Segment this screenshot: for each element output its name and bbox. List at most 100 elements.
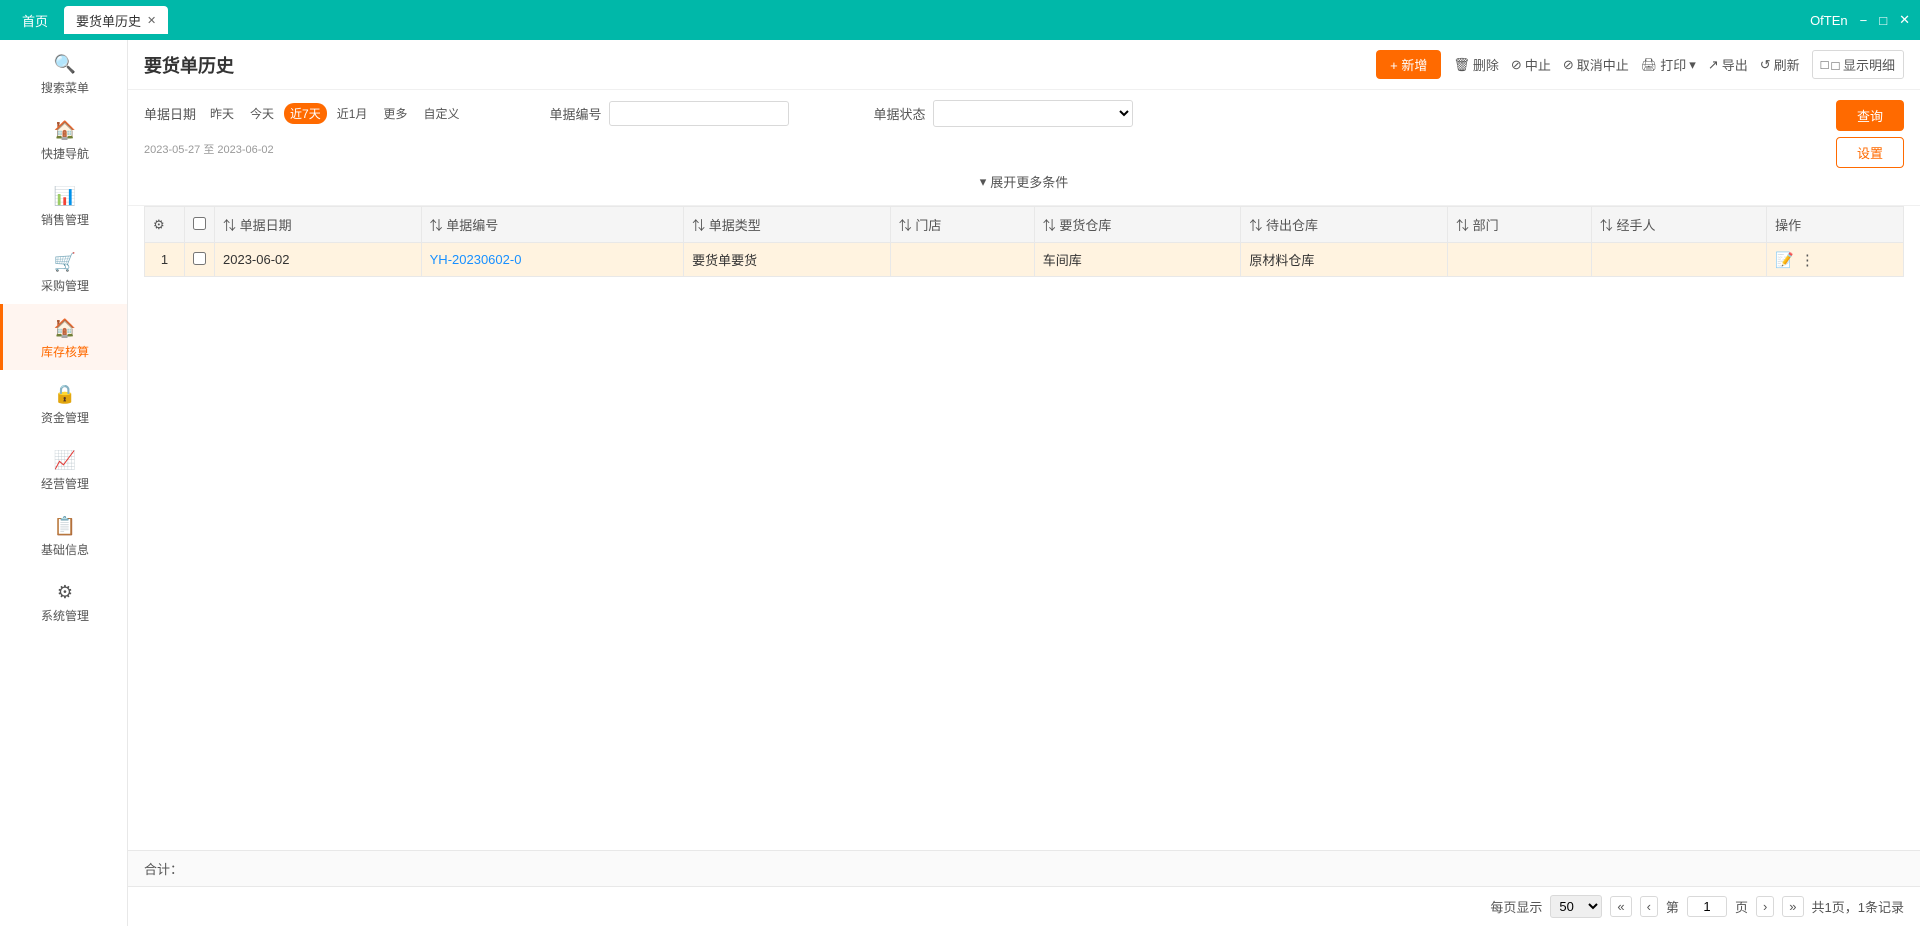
td-handler: [1591, 243, 1766, 277]
sidebar-item-quick-nav[interactable]: 🏠 快捷导航: [0, 106, 127, 172]
chevron-down-icon: ▾: [980, 174, 987, 190]
docno-filter-group: 单据编号: [549, 101, 789, 126]
table-area: ⚙ ⇅ 单据日期 ⇅ 单据编号 ⇅ 单据类型 ⇅ 门店 ⇅ 要货仓库 ⇅ 待出仓…: [128, 206, 1920, 850]
th-pending-warehouse[interactable]: ⇅ 待出仓库: [1241, 207, 1448, 243]
page-input[interactable]: [1687, 896, 1727, 917]
doc-no-link[interactable]: YH-20230602-0: [430, 252, 522, 267]
th-store[interactable]: ⇅ 门店: [890, 207, 1034, 243]
page-size-select[interactable]: 20 50 100: [1550, 895, 1602, 918]
date-range-text: 2023-05-27 至 2023-06-02: [144, 144, 274, 156]
sidebar-item-purchase-mgmt[interactable]: 🛒 采购管理: [0, 238, 127, 304]
sidebar-item-base-info[interactable]: 📋 基础信息: [0, 502, 127, 568]
expand-more-button[interactable]: ▾ 展开更多条件: [144, 168, 1904, 195]
sidebar-item-inventory-calc[interactable]: 🏠 库存核算: [0, 304, 127, 370]
more-row-button[interactable]: ⋮: [1800, 251, 1815, 269]
select-all-checkbox[interactable]: [193, 217, 206, 230]
filter-row-1: 单据日期 昨天 今天 近7天 近1月 更多 自定义 单据编号: [144, 100, 1796, 127]
print-icon: 🖨: [1641, 57, 1658, 73]
cancel-stop-icon: ⊘: [1563, 57, 1574, 73]
date-range-display: 2023-05-27 至 2023-06-02: [144, 141, 1796, 157]
stop-button[interactable]: ⊘ 中止: [1511, 55, 1551, 74]
th-handler[interactable]: ⇅ 经手人: [1591, 207, 1766, 243]
delete-button[interactable]: 🗑 删除: [1453, 55, 1499, 74]
shortcut-more[interactable]: 更多: [377, 103, 413, 124]
shortcut-today[interactable]: 今天: [244, 103, 280, 124]
next-page-button[interactable]: ›: [1756, 896, 1774, 917]
th-req-warehouse[interactable]: ⇅ 要货仓库: [1034, 207, 1241, 243]
sort-icon: ⇅: [899, 218, 912, 233]
shortcut-7days[interactable]: 近7天: [284, 103, 327, 124]
td-checkbox[interactable]: [185, 243, 215, 277]
td-doc-date: 2023-06-02: [215, 243, 422, 277]
cancel-stop-button[interactable]: ⊘ 取消中止: [1563, 55, 1629, 74]
refresh-button[interactable]: ↺ 刷新: [1760, 55, 1800, 74]
nav-right: OfTEn − □ ✕: [1810, 12, 1910, 28]
table-header-row: ⚙ ⇅ 单据日期 ⇅ 单据编号 ⇅ 单据类型 ⇅ 门店 ⇅ 要货仓库 ⇅ 待出仓…: [145, 207, 1904, 243]
date-filter-label: 单据日期: [144, 104, 196, 123]
business-mgmt-icon: 📈: [54, 450, 76, 471]
td-department: [1447, 243, 1591, 277]
status-select[interactable]: [933, 100, 1133, 127]
table-row: 1 2023-06-02 YH-20230602-0 要货单要货 车间库 原材料…: [145, 243, 1904, 277]
tab-requisition-history[interactable]: 要货单历史 ✕: [64, 6, 168, 34]
show-detail-button[interactable]: □ □ 显示明细: [1812, 50, 1904, 79]
td-req-warehouse: 车间库: [1034, 243, 1241, 277]
sidebar-item-purchase-mgmt-label: 采购管理: [41, 277, 89, 294]
capital-mgmt-icon: 🔒: [54, 384, 76, 405]
stop-button-label: 中止: [1525, 55, 1551, 74]
sidebar-item-sales-mgmt[interactable]: 📊 销售管理: [0, 172, 127, 238]
td-doc-no: YH-20230602-0: [421, 243, 684, 277]
top-nav: 首页 要货单历史 ✕ OfTEn − □ ✕: [0, 0, 1920, 40]
th-checkbox[interactable]: [185, 207, 215, 243]
sidebar-item-business-mgmt[interactable]: 📈 经营管理: [0, 436, 127, 502]
edit-row-button[interactable]: 📝: [1775, 251, 1794, 269]
th-doc-type[interactable]: ⇅ 单据类型: [684, 207, 891, 243]
sidebar-item-base-info-label: 基础信息: [41, 541, 89, 558]
th-doc-no[interactable]: ⇅ 单据编号: [421, 207, 684, 243]
inventory-calc-icon: 🏠: [54, 318, 76, 339]
page-header: 要货单历史 + 新增 🗑 删除 ⊘ 中止 ⊘ 取消中止 🖨: [128, 40, 1920, 90]
docno-input[interactable]: [609, 101, 789, 126]
new-button[interactable]: + 新增: [1376, 50, 1441, 79]
often-label: OfTEn: [1810, 13, 1848, 28]
close-tab-icon[interactable]: ✕: [147, 14, 156, 27]
sidebar-item-capital-mgmt[interactable]: 🔒 资金管理: [0, 370, 127, 436]
td-action: 📝 ⋮: [1767, 243, 1904, 277]
first-page-button[interactable]: «: [1610, 896, 1631, 917]
status-filter-label: 单据状态: [873, 104, 925, 123]
th-doc-date[interactable]: ⇅ 单据日期: [215, 207, 422, 243]
close-window-icon[interactable]: ✕: [1899, 12, 1910, 28]
th-department[interactable]: ⇅ 部门: [1447, 207, 1591, 243]
th-settings[interactable]: ⚙: [145, 207, 185, 243]
sort-icon: ⇅: [223, 218, 236, 233]
sort-icon: ⇅: [1043, 218, 1056, 233]
status-filter-group: 单据状态: [873, 100, 1133, 127]
sidebar: 🔍 搜索菜单 🏠 快捷导航 📊 销售管理 🛒 采购管理 🏠 库存核算 🔒 资金管…: [0, 40, 128, 926]
sidebar-item-search-menu[interactable]: 🔍 搜索菜单: [0, 40, 127, 106]
shortcut-yesterday[interactable]: 昨天: [204, 103, 240, 124]
shortcut-custom[interactable]: 自定义: [417, 103, 465, 124]
td-pending-warehouse: 原材料仓库: [1241, 243, 1448, 277]
query-button[interactable]: 查询: [1836, 100, 1904, 131]
sidebar-item-system-mgmt[interactable]: ⚙ 系统管理: [0, 568, 127, 634]
minimize-icon[interactable]: −: [1860, 13, 1868, 28]
th-action: 操作: [1767, 207, 1904, 243]
tab-home[interactable]: 首页: [10, 6, 60, 34]
shortcut-1month[interactable]: 近1月: [331, 103, 374, 124]
filter-settings-button[interactable]: 设置: [1836, 137, 1904, 168]
purchase-mgmt-icon: 🛒: [54, 252, 76, 273]
main-layout: 🔍 搜索菜单 🏠 快捷导航 📊 销售管理 🛒 采购管理 🏠 库存核算 🔒 资金管…: [0, 40, 1920, 926]
date-filter-group: 单据日期 昨天 今天 近7天 近1月 更多 自定义: [144, 103, 465, 124]
print-button[interactable]: 🖨 打印 ▾: [1641, 55, 1696, 74]
sidebar-item-inventory-calc-label: 库存核算: [41, 343, 89, 360]
print-dropdown-icon: ▾: [1689, 57, 1696, 73]
expand-more-label: 展开更多条件: [990, 172, 1068, 191]
row-checkbox[interactable]: [193, 252, 206, 265]
maximize-icon[interactable]: □: [1879, 13, 1887, 28]
td-store: [890, 243, 1034, 277]
sort-icon: ⇅: [692, 218, 705, 233]
last-page-button[interactable]: »: [1782, 896, 1803, 917]
prev-page-button[interactable]: ‹: [1640, 896, 1658, 917]
total-info: 共1页，1条记录: [1812, 897, 1904, 916]
export-button[interactable]: ↗ 导出: [1708, 55, 1748, 74]
